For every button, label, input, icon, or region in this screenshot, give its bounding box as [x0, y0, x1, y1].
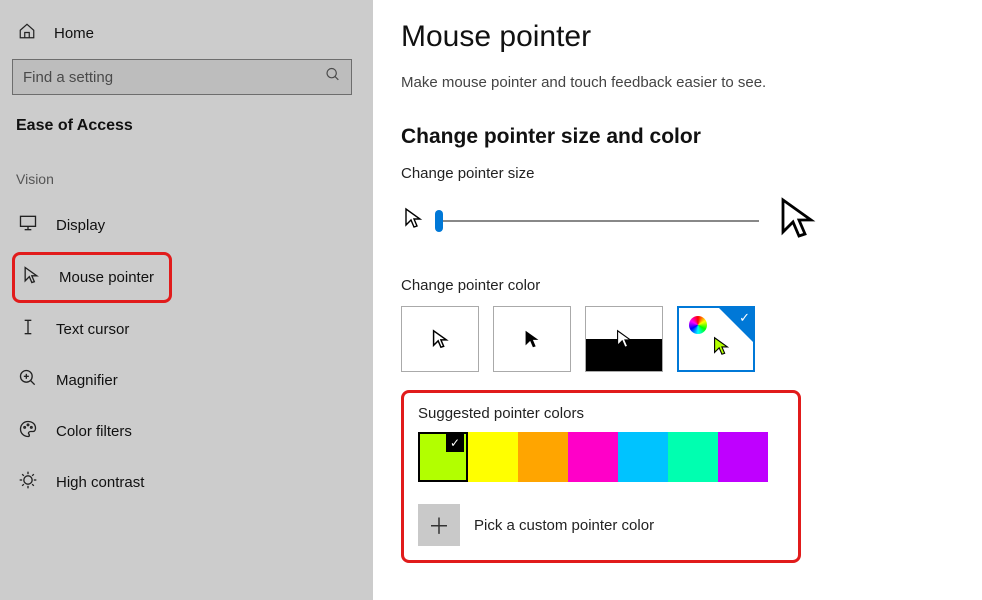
- sidebar-item-high-contrast[interactable]: High contrast: [12, 458, 361, 507]
- home-icon: [18, 22, 36, 45]
- color-swatch[interactable]: [668, 432, 718, 482]
- page-description: Make mouse pointer and touch feedback ea…: [401, 74, 954, 91]
- color-swatch-row: ✓: [418, 432, 784, 482]
- magnifier-icon: [18, 368, 38, 393]
- sidebar-item-label: Magnifier: [56, 372, 118, 389]
- page-title: Mouse pointer: [401, 20, 954, 54]
- sidebar-item-label: Color filters: [56, 423, 132, 440]
- pick-custom-color-label: Pick a custom pointer color: [474, 517, 654, 534]
- cursor-preview-small-icon: [401, 206, 425, 235]
- pointer-color-label: Change pointer color: [401, 277, 954, 294]
- cursor-preview-large-icon: [773, 194, 821, 247]
- monitor-icon: [18, 213, 38, 238]
- sidebar-item-label: Text cursor: [56, 321, 129, 338]
- sidebar-item-display[interactable]: Display: [12, 201, 361, 250]
- nav-home-label: Home: [54, 25, 94, 42]
- pointer-size-slider[interactable]: [439, 209, 759, 233]
- sidebar-item-text-cursor[interactable]: Text cursor: [12, 305, 361, 354]
- color-swatch[interactable]: [618, 432, 668, 482]
- pointer-size-label: Change pointer size: [401, 165, 954, 182]
- pointer-style-options: ✓: [401, 306, 954, 372]
- suggested-colors-panel: Suggested pointer colors ✓ ＋ Pick a cust…: [401, 390, 801, 563]
- color-wheel-icon: [689, 316, 707, 334]
- sidebar-item-label: Mouse pointer: [59, 269, 154, 286]
- pointer-size-row: [401, 194, 954, 247]
- settings-sidebar: Home Ease of Access Vision Display Mouse…: [0, 0, 373, 600]
- pointer-style-white[interactable]: [401, 306, 479, 372]
- sidebar-item-label: Display: [56, 217, 105, 234]
- pointer-style-custom[interactable]: ✓: [677, 306, 755, 372]
- group-vision-label: Vision: [12, 171, 361, 187]
- section-title: Change pointer size and color: [401, 125, 954, 149]
- mouse-pointer-icon: [21, 265, 41, 290]
- color-swatch[interactable]: [568, 432, 618, 482]
- search-container: [12, 59, 361, 95]
- text-cursor-icon: [18, 317, 38, 342]
- pick-custom-color-button[interactable]: ＋ Pick a custom pointer color: [418, 504, 784, 546]
- pointer-style-black[interactable]: [493, 306, 571, 372]
- main-panel: Mouse pointer Make mouse pointer and tou…: [373, 0, 982, 600]
- slider-track: [439, 220, 759, 222]
- plus-icon: ＋: [418, 504, 460, 546]
- suggested-colors-label: Suggested pointer colors: [418, 405, 784, 422]
- color-swatch[interactable]: ✓: [418, 432, 468, 482]
- category-title: Ease of Access: [12, 117, 361, 135]
- sidebar-item-color-filters[interactable]: Color filters: [12, 407, 361, 456]
- color-swatch[interactable]: [468, 432, 518, 482]
- color-swatch[interactable]: [518, 432, 568, 482]
- search-icon: [325, 67, 341, 88]
- palette-icon: [18, 419, 38, 444]
- color-swatch[interactable]: [718, 432, 768, 482]
- nav-home[interactable]: Home: [12, 18, 361, 59]
- sidebar-item-magnifier[interactable]: Magnifier: [12, 356, 361, 405]
- search-input[interactable]: [12, 59, 352, 95]
- check-icon: ✓: [739, 310, 750, 326]
- contrast-icon: [18, 470, 38, 495]
- check-icon: ✓: [446, 434, 464, 452]
- sidebar-item-label: High contrast: [56, 474, 144, 491]
- slider-thumb[interactable]: [435, 210, 443, 232]
- pointer-style-inverted[interactable]: [585, 306, 663, 372]
- sidebar-item-mouse-pointer[interactable]: Mouse pointer: [12, 252, 172, 303]
